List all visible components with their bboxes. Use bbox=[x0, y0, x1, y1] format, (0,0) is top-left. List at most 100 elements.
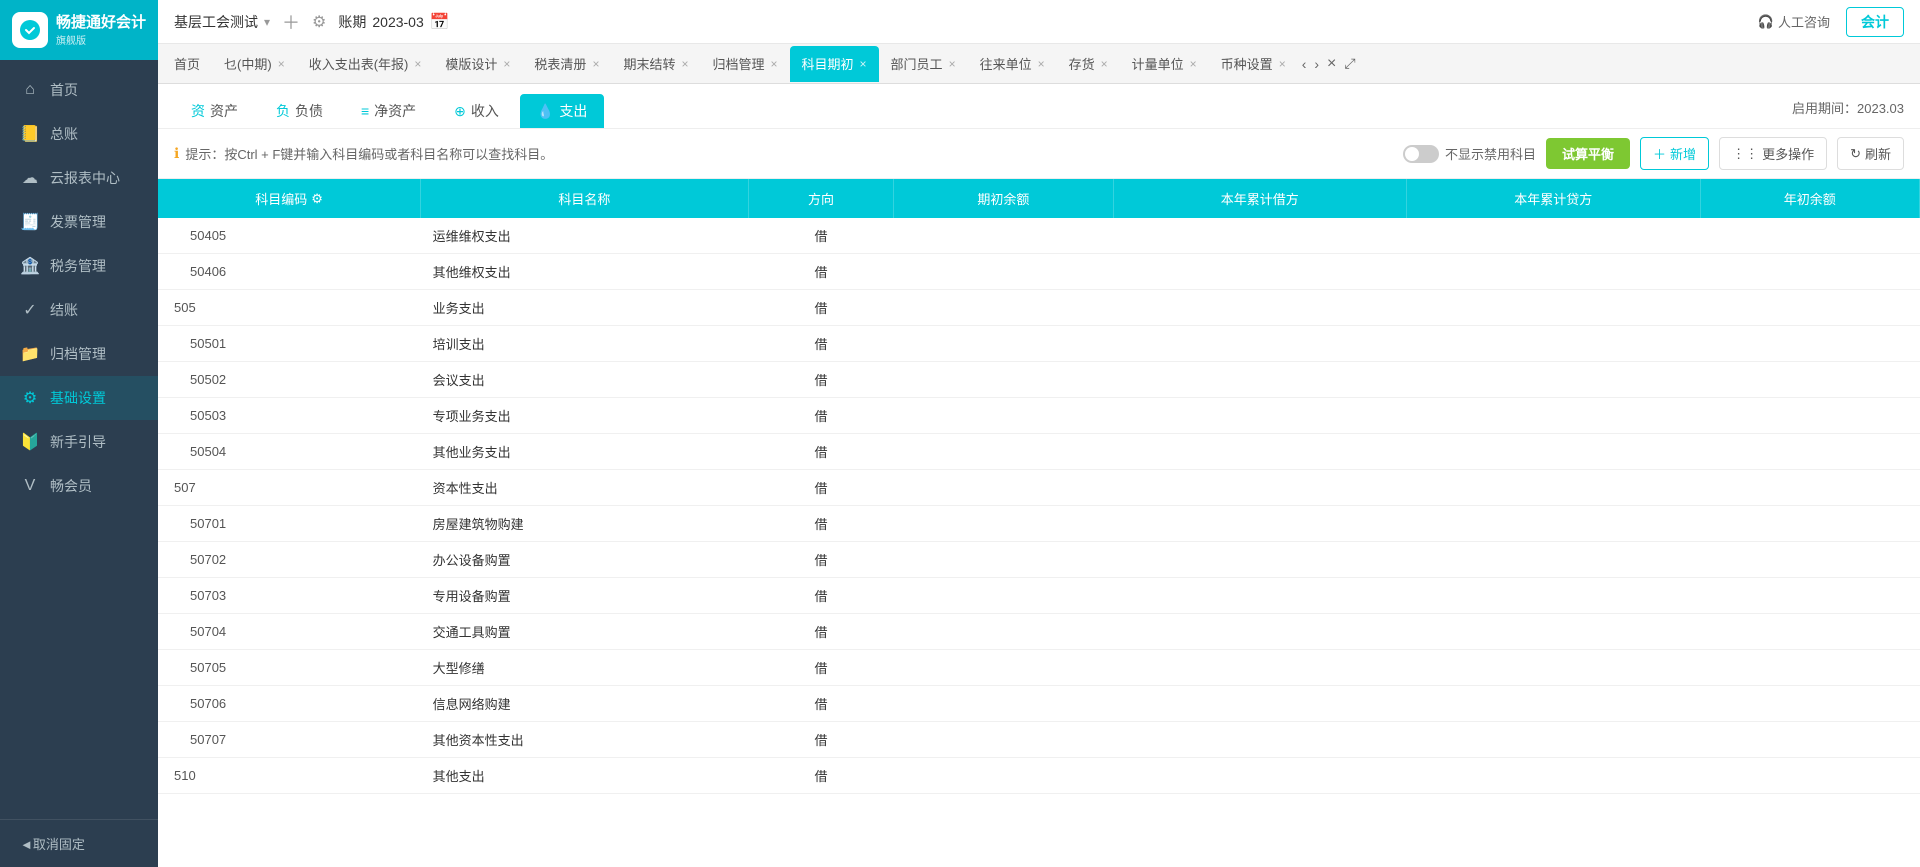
tab-archivemgmt-close[interactable]: × bbox=[771, 57, 778, 71]
tab-taxclear[interactable]: 税表清册 × bbox=[522, 46, 611, 82]
table-row[interactable]: 50502 会议支出 借 bbox=[158, 362, 1920, 398]
tab-expand[interactable]: ⤢ bbox=[1340, 55, 1359, 72]
sidebar-item-archive[interactable]: 📁归档管理 bbox=[0, 332, 158, 376]
table-row[interactable]: 507 资本性支出 借 bbox=[158, 470, 1920, 506]
info-icon: ℹ bbox=[174, 145, 179, 162]
table-row[interactable]: 50405 运维维权支出 借 bbox=[158, 218, 1920, 254]
table-row[interactable]: 50702 办公设备购置 借 bbox=[158, 542, 1920, 578]
cell-code: 50504 bbox=[158, 434, 421, 470]
tab-customer[interactable]: 往来单位 × bbox=[968, 46, 1057, 82]
tab-department[interactable]: 部门员工 × bbox=[879, 46, 968, 82]
tab-template-close[interactable]: × bbox=[503, 57, 510, 71]
tab-customer-label: 往来单位 bbox=[980, 54, 1032, 73]
table-row[interactable]: 50707 其他资本性支出 借 bbox=[158, 722, 1920, 758]
balance-button[interactable]: 试算平衡 bbox=[1546, 138, 1630, 169]
cell-code: 50703 bbox=[158, 578, 421, 614]
table-row[interactable]: 510 其他支出 借 bbox=[158, 758, 1920, 794]
tab-taxclear-close[interactable]: × bbox=[592, 57, 599, 71]
table-row[interactable]: 50704 交通工具购置 借 bbox=[158, 614, 1920, 650]
sidebar-collapse-btn[interactable]: ◄取消固定 bbox=[0, 819, 158, 867]
table-row[interactable]: 50504 其他业务支出 借 bbox=[158, 434, 1920, 470]
tab-yearend-close[interactable]: × bbox=[681, 57, 688, 71]
table-row[interactable]: 50701 房屋建筑物购建 借 bbox=[158, 506, 1920, 542]
account-button[interactable]: 会计 bbox=[1846, 7, 1904, 37]
cell-code: 50406 bbox=[158, 254, 421, 290]
gear-icon[interactable]: ⚙ bbox=[311, 191, 323, 207]
sidebar-item-label: 畅会员 bbox=[50, 476, 92, 496]
cell-opening bbox=[894, 470, 1113, 506]
table-row[interactable]: 50406 其他维权支出 借 bbox=[158, 254, 1920, 290]
subtab-income2[interactable]: ⊕ 收入 bbox=[437, 94, 516, 128]
subtab-liability-label: 负债 bbox=[295, 101, 323, 121]
tab-subjectinit-close[interactable]: × bbox=[860, 57, 867, 71]
tab-scroll-left[interactable]: ‹ bbox=[1298, 56, 1311, 72]
calendar-icon[interactable]: 📅 bbox=[430, 12, 450, 32]
tab-scroll-right[interactable]: › bbox=[1310, 56, 1323, 72]
cell-yob bbox=[1700, 650, 1919, 686]
help-btn[interactable]: 🎧 人工咨询 bbox=[1758, 12, 1830, 31]
period-display: 账期 2023-03 📅 bbox=[338, 12, 449, 32]
tab-template[interactable]: 模版设计 × bbox=[433, 46, 522, 82]
subtab-expense-label: 支出 bbox=[559, 101, 587, 121]
project-selector[interactable]: 基层工会测试 ▾ bbox=[174, 12, 270, 32]
cell-name: 大型修缮 bbox=[421, 650, 749, 686]
tab-yearend[interactable]: 期末结转 × bbox=[611, 46, 700, 82]
table-row[interactable]: 505 业务支出 借 bbox=[158, 290, 1920, 326]
sidebar-item-tax[interactable]: 🏦税务管理 bbox=[0, 244, 158, 288]
add-button[interactable]: ＋ 新增 bbox=[1640, 137, 1709, 170]
tab-subjectinit[interactable]: 科目期初 × bbox=[790, 46, 879, 82]
main-area: 基层工会测试 ▾ ＋ ⚙ 账期 2023-03 📅 🎧 人工咨询 会计 首页 乜… bbox=[158, 0, 1920, 867]
cell-ytd-credit bbox=[1407, 326, 1701, 362]
subtab-liability[interactable]: 负 负债 bbox=[259, 94, 340, 128]
tab-income[interactable]: 收入支出表(年报) × bbox=[297, 46, 434, 82]
tab-currency[interactable]: 币种设置 × bbox=[1209, 46, 1298, 82]
sidebar-item-settings[interactable]: ⚙基础设置 bbox=[0, 376, 158, 420]
cell-direction: 借 bbox=[748, 614, 893, 650]
cell-yob bbox=[1700, 758, 1919, 794]
tab-stock[interactable]: 存货 × bbox=[1057, 46, 1120, 82]
tab-customer-close[interactable]: × bbox=[1038, 57, 1045, 71]
toggle-disable-switch[interactable]: 不显示禁用科目 bbox=[1403, 144, 1536, 163]
tab-unit[interactable]: 计量单位 × bbox=[1120, 46, 1209, 82]
sidebar-item-member[interactable]: V 畅会员 bbox=[0, 464, 158, 508]
tab-department-close[interactable]: × bbox=[949, 57, 956, 71]
table-row[interactable]: 50501 培训支出 借 bbox=[158, 326, 1920, 362]
add-tab-icon[interactable]: ＋ bbox=[282, 9, 300, 35]
tab-interim-close[interactable]: × bbox=[278, 57, 285, 71]
sidebar-item-settle[interactable]: ✓结账 bbox=[0, 288, 158, 332]
sidebar-item-invoice[interactable]: 🧾发票管理 bbox=[0, 200, 158, 244]
member-icon: V bbox=[20, 477, 40, 495]
sidebar-logo: 畅捷通好会计 旗舰版 bbox=[0, 0, 158, 60]
cell-ytd-credit bbox=[1407, 614, 1701, 650]
sidebar-item-guide[interactable]: 🔰新手引导 bbox=[0, 420, 158, 464]
cell-direction: 借 bbox=[748, 578, 893, 614]
tab-income-close[interactable]: × bbox=[414, 57, 421, 71]
archive-icon: 📁 bbox=[20, 344, 40, 364]
tab-unit-close[interactable]: × bbox=[1190, 57, 1197, 71]
tab-home[interactable]: 首页 bbox=[162, 46, 212, 82]
col-name: 科目名称 bbox=[421, 179, 749, 218]
tab-archivemgmt[interactable]: 归档管理 × bbox=[700, 46, 789, 82]
sidebar-item-ledger[interactable]: 📒总账 bbox=[0, 112, 158, 156]
table-row[interactable]: 50706 信息网络购建 借 bbox=[158, 686, 1920, 722]
tab-interim[interactable]: 乜(中期) × bbox=[212, 46, 297, 82]
project-name: 基层工会测试 bbox=[174, 12, 258, 32]
cell-yob bbox=[1700, 290, 1919, 326]
tab-currency-close[interactable]: × bbox=[1279, 57, 1286, 71]
subtab-expense[interactable]: 💧 支出 bbox=[520, 94, 604, 128]
sidebar-item-reports[interactable]: ☁云报表中心 bbox=[0, 156, 158, 200]
tab-stock-close[interactable]: × bbox=[1101, 57, 1108, 71]
refresh-button[interactable]: ↻ 刷新 bbox=[1837, 137, 1904, 170]
table-row[interactable]: 50503 专项业务支出 借 bbox=[158, 398, 1920, 434]
more-button[interactable]: ⋮⋮ 更多操作 bbox=[1719, 137, 1827, 170]
toggle-control[interactable] bbox=[1403, 145, 1439, 163]
subtab-netasset[interactable]: ≡ 净资产 bbox=[344, 94, 433, 128]
table-row[interactable]: 50705 大型修缮 借 bbox=[158, 650, 1920, 686]
cell-yob bbox=[1700, 542, 1919, 578]
settings-icon[interactable]: ⚙ bbox=[312, 12, 326, 32]
tab-close-all[interactable]: × bbox=[1323, 55, 1340, 73]
toggle-label: 不显示禁用科目 bbox=[1445, 144, 1536, 163]
sidebar-item-home[interactable]: ⌂首页 bbox=[0, 68, 158, 112]
table-row[interactable]: 50703 专用设备购置 借 bbox=[158, 578, 1920, 614]
subtab-asset[interactable]: 资 资产 bbox=[174, 94, 255, 128]
